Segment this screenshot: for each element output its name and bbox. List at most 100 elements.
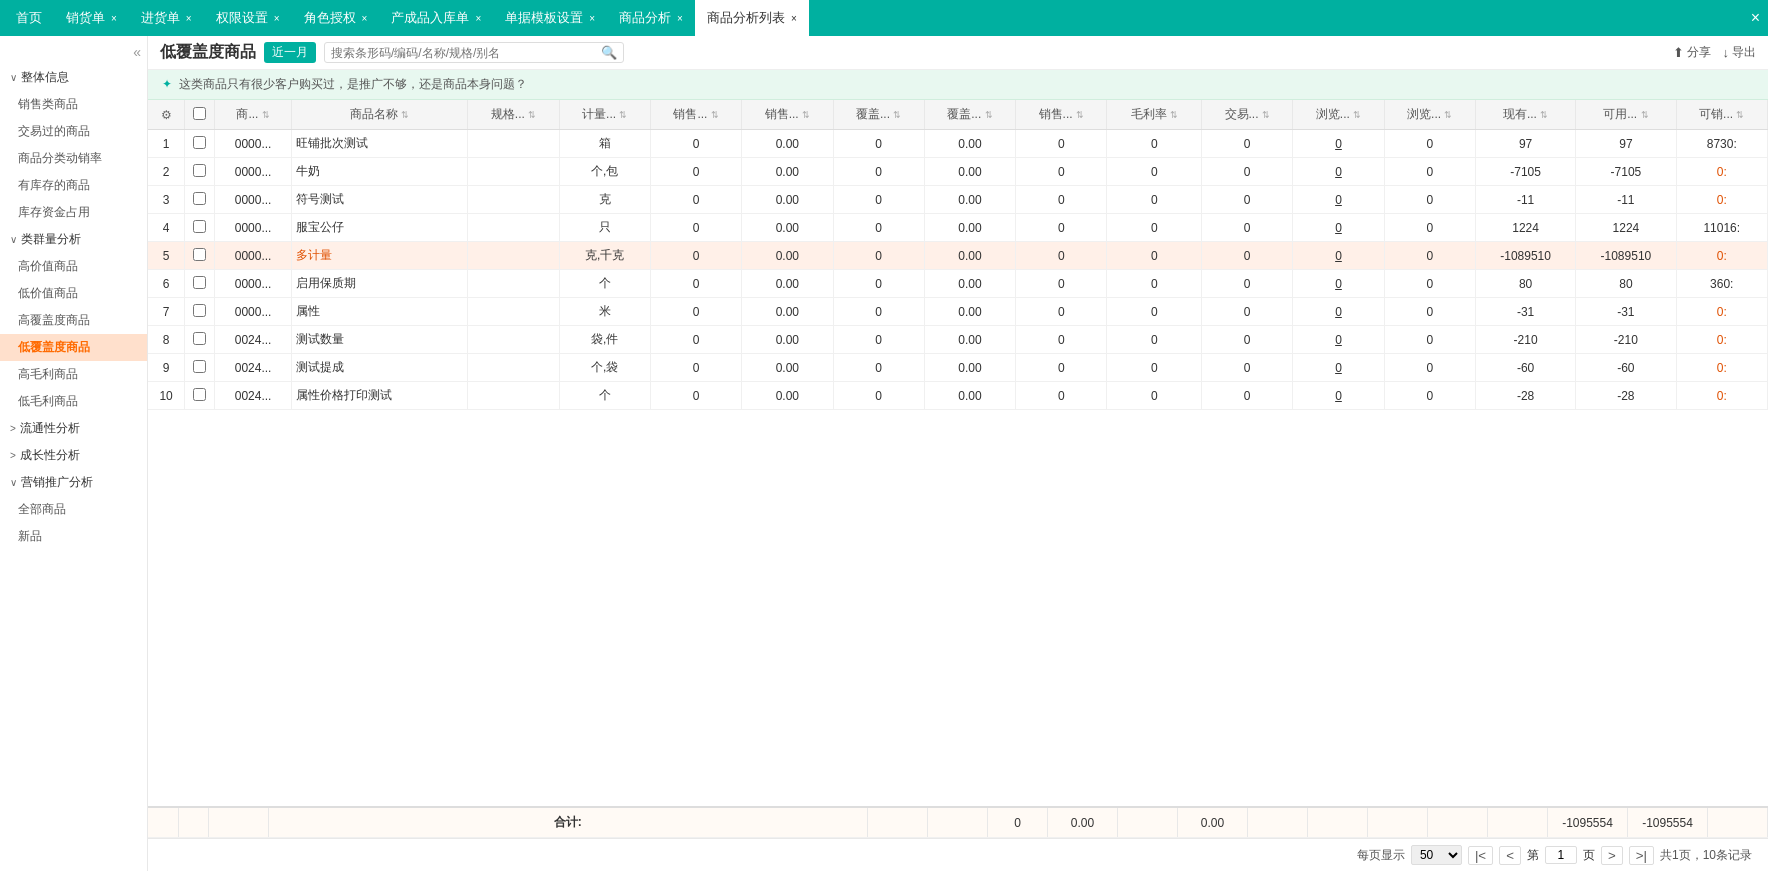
row-name[interactable]: 启用保质期: [291, 270, 467, 298]
sidebar-section-cluster[interactable]: ∨ 类群量分析: [0, 226, 147, 253]
row-checkbox[interactable]: [193, 332, 206, 345]
sidebar-item-high-coverage[interactable]: 高覆盖度商品: [0, 307, 147, 334]
sort-icon[interactable]: ⇅: [893, 110, 901, 120]
row-name[interactable]: 属性: [291, 298, 467, 326]
nav-purchase-order[interactable]: 进货单 ×: [129, 0, 204, 36]
sidebar-item-low-coverage[interactable]: 低覆盖度商品: [0, 334, 147, 361]
row-checkbox-cell[interactable]: [185, 298, 215, 326]
sidebar-item-stock-capital[interactable]: 库存资金占用: [0, 199, 147, 226]
settings-column-header[interactable]: ⚙: [148, 100, 185, 130]
sort-icon[interactable]: ⇅: [1641, 110, 1649, 120]
available-stock-column-header[interactable]: 可用... ⇅: [1576, 100, 1676, 130]
nav-product-inbound[interactable]: 产成品入库单 ×: [379, 0, 493, 36]
nav-product-analysis[interactable]: 商品分析 ×: [607, 0, 695, 36]
row-checkbox[interactable]: [193, 164, 206, 177]
row-browse1[interactable]: 0: [1293, 186, 1384, 214]
row-browse1[interactable]: 0: [1293, 270, 1384, 298]
coverage1-column-header[interactable]: 覆盖... ⇅: [833, 100, 924, 130]
row-browse1[interactable]: 0: [1293, 326, 1384, 354]
sort-icon[interactable]: ⇅: [401, 110, 409, 120]
close-icon[interactable]: ×: [677, 13, 683, 24]
row-browse1[interactable]: 0: [1293, 382, 1384, 410]
row-browse1[interactable]: 0: [1293, 214, 1384, 242]
nav-sales-order[interactable]: 销货单 ×: [54, 0, 129, 36]
browse1-column-header[interactable]: 浏览... ⇅: [1293, 100, 1384, 130]
sort-icon[interactable]: ⇅: [1736, 110, 1744, 120]
data-table-container[interactable]: ⚙ 商... ⇅ 商品名称 ⇅: [148, 100, 1768, 806]
code-column-header[interactable]: 商... ⇅: [215, 100, 292, 130]
row-checkbox-cell[interactable]: [185, 186, 215, 214]
row-name[interactable]: 服宝公仔: [291, 214, 467, 242]
row-browse1[interactable]: 0: [1293, 242, 1384, 270]
row-checkbox-cell[interactable]: [185, 158, 215, 186]
spec-column-header[interactable]: 规格... ⇅: [468, 100, 559, 130]
row-name[interactable]: 测试数量: [291, 326, 467, 354]
close-icon[interactable]: ×: [186, 13, 192, 24]
sidebar-item-category-rate[interactable]: 商品分类动销率: [0, 145, 147, 172]
close-all-tabs-button[interactable]: ×: [1751, 9, 1760, 27]
current-stock-column-header[interactable]: 现有... ⇅: [1475, 100, 1575, 130]
first-page-button[interactable]: |<: [1468, 846, 1493, 865]
sidebar-toggle[interactable]: «: [0, 40, 147, 64]
close-icon[interactable]: ×: [589, 13, 595, 24]
export-button[interactable]: ↓ 导出: [1723, 44, 1757, 61]
row-name[interactable]: 牛奶: [291, 158, 467, 186]
close-icon[interactable]: ×: [475, 13, 481, 24]
sidebar-item-traded-products[interactable]: 交易过的商品: [0, 118, 147, 145]
row-browse1[interactable]: 0: [1293, 298, 1384, 326]
sort-icon[interactable]: ⇅: [262, 110, 270, 120]
close-icon[interactable]: ×: [362, 13, 368, 24]
row-name[interactable]: 符号测试: [291, 186, 467, 214]
row-checkbox[interactable]: [193, 220, 206, 233]
close-icon[interactable]: ×: [791, 13, 797, 24]
sort-icon[interactable]: ⇅: [1444, 110, 1452, 120]
sidebar-item-stock-products[interactable]: 有库存的商品: [0, 172, 147, 199]
gross-margin-column-header[interactable]: 毛利率 ⇅: [1107, 100, 1202, 130]
nav-permission-settings[interactable]: 权限设置 ×: [204, 0, 292, 36]
share-button[interactable]: ⬆ 分享: [1673, 44, 1711, 61]
browse2-column-header[interactable]: 浏览... ⇅: [1384, 100, 1475, 130]
search-input[interactable]: [331, 46, 601, 60]
sort-icon[interactable]: ⇅: [619, 110, 627, 120]
row-checkbox[interactable]: [193, 136, 206, 149]
row-checkbox[interactable]: [193, 388, 206, 401]
unit-column-header[interactable]: 计量... ⇅: [559, 100, 650, 130]
close-icon[interactable]: ×: [274, 13, 280, 24]
sidebar-item-high-margin[interactable]: 高毛利商品: [0, 361, 147, 388]
row-browse1[interactable]: 0: [1293, 158, 1384, 186]
sidebar-item-low-value[interactable]: 低价值商品: [0, 280, 147, 307]
row-checkbox-cell[interactable]: [185, 354, 215, 382]
sort-icon[interactable]: ⇅: [1076, 110, 1084, 120]
row-checkbox[interactable]: [193, 248, 206, 261]
row-checkbox[interactable]: [193, 304, 206, 317]
name-column-header[interactable]: 商品名称 ⇅: [291, 100, 467, 130]
row-checkbox-cell[interactable]: [185, 326, 215, 354]
row-checkbox-cell[interactable]: [185, 270, 215, 298]
page-size-select[interactable]: 50 100 200: [1411, 845, 1462, 865]
sidebar-section-overall[interactable]: ∨ 整体信息: [0, 64, 147, 91]
page-number-input[interactable]: [1545, 846, 1577, 864]
row-checkbox[interactable]: [193, 192, 206, 205]
row-name[interactable]: 测试提成: [291, 354, 467, 382]
search-icon[interactable]: 🔍: [601, 45, 617, 60]
close-icon[interactable]: ×: [111, 13, 117, 24]
sales-amount-column-header[interactable]: 销售... ⇅: [742, 100, 833, 130]
sort-icon[interactable]: ⇅: [1170, 110, 1178, 120]
row-name[interactable]: 属性价格打印测试: [291, 382, 467, 410]
sort-icon[interactable]: ⇅: [711, 110, 719, 120]
row-checkbox[interactable]: [193, 276, 206, 289]
sellable-column-header[interactable]: 可销... ⇅: [1676, 100, 1767, 130]
row-checkbox-cell[interactable]: [185, 130, 215, 158]
sidebar-section-growth[interactable]: > 成长性分析: [0, 442, 147, 469]
sidebar-item-new-products[interactable]: 新品: [0, 523, 147, 550]
row-checkbox-cell[interactable]: [185, 242, 215, 270]
nav-product-analysis-list[interactable]: 商品分析列表 ×: [695, 0, 809, 36]
sort-icon[interactable]: ⇅: [802, 110, 810, 120]
settings-icon[interactable]: ⚙: [161, 108, 172, 122]
sort-icon[interactable]: ⇅: [1540, 110, 1548, 120]
row-checkbox[interactable]: [193, 360, 206, 373]
prev-page-button[interactable]: <: [1499, 846, 1521, 865]
sidebar-item-low-margin[interactable]: 低毛利商品: [0, 388, 147, 415]
sidebar-item-sales-products[interactable]: 销售类商品: [0, 91, 147, 118]
trade-column-header[interactable]: 交易... ⇅: [1202, 100, 1293, 130]
